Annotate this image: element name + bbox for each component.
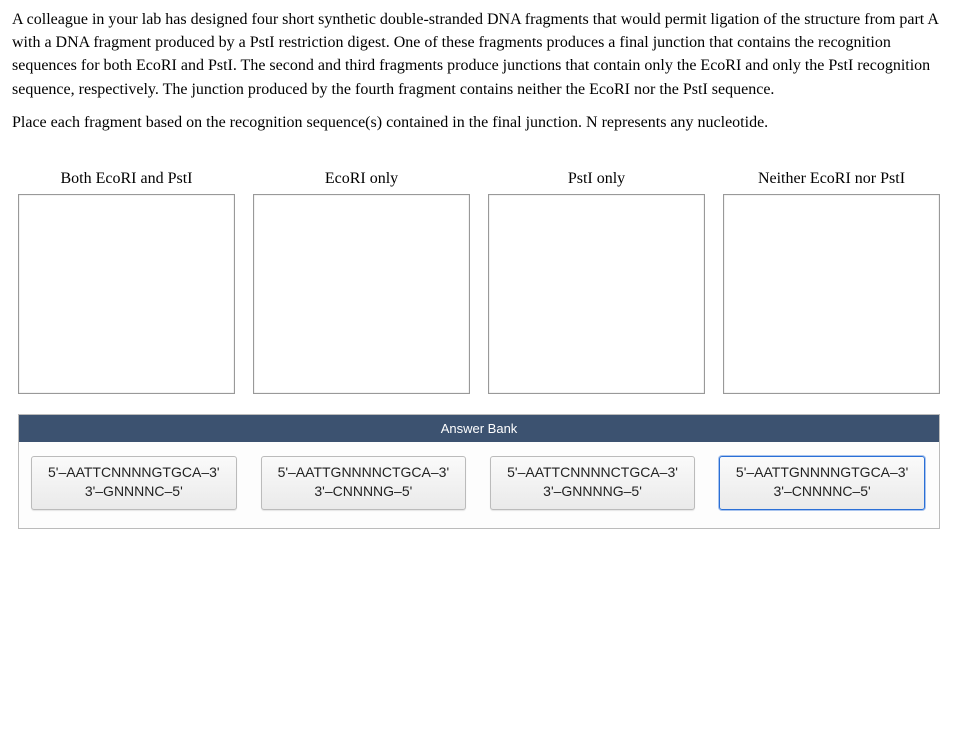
answer-bank-body: 5'–AATTCNNNNGTGCA–3' 3'–GNNNNC–5' 5'–AAT… bbox=[19, 442, 939, 528]
dropzone-label: EcoRI only bbox=[325, 170, 398, 188]
dropzone-label: PstI only bbox=[568, 170, 625, 188]
answer-bank-header: Answer Bank bbox=[19, 415, 939, 442]
fragment-top-strand: 5'–AATTCNNNNGTGCA–3' bbox=[48, 464, 220, 480]
dropzone-psti-only[interactable] bbox=[488, 194, 705, 394]
dropzone-col-neither: Neither EcoRI nor PstI bbox=[723, 170, 940, 394]
fragment-bottom-strand: 3'–GNNNNG–5' bbox=[507, 482, 678, 501]
question-text: A colleague in your lab has designed fou… bbox=[12, 8, 946, 134]
dropzone-neither[interactable] bbox=[723, 194, 940, 394]
dropzone-both-ecori-psti[interactable] bbox=[18, 194, 235, 394]
fragment-bottom-strand: 3'–GNNNNC–5' bbox=[48, 482, 220, 501]
fragment-3[interactable]: 5'–AATTCNNNNCTGCA–3' 3'–GNNNNG–5' bbox=[490, 456, 695, 510]
fragment-top-strand: 5'–AATTGNNNNGTGCA–3' bbox=[736, 464, 908, 480]
fragment-2[interactable]: 5'–AATTGNNNNCTGCA–3' 3'–CNNNNG–5' bbox=[261, 456, 467, 510]
fragment-bottom-strand: 3'–CNNNNG–5' bbox=[278, 482, 450, 501]
fragment-1[interactable]: 5'–AATTCNNNNGTGCA–3' 3'–GNNNNC–5' bbox=[31, 456, 237, 510]
answer-bank: Answer Bank 5'–AATTCNNNNGTGCA–3' 3'–GNNN… bbox=[18, 414, 940, 529]
fragment-top-strand: 5'–AATTGNNNNCTGCA–3' bbox=[278, 464, 450, 480]
fragment-top-strand: 5'–AATTCNNNNCTGCA–3' bbox=[507, 464, 678, 480]
dropzone-col-psti: PstI only bbox=[488, 170, 705, 394]
dropzone-col-ecori: EcoRI only bbox=[253, 170, 470, 394]
dropzone-col-both: Both EcoRI and PstI bbox=[18, 170, 235, 394]
question-para-1: A colleague in your lab has designed fou… bbox=[12, 8, 946, 101]
dropzone-label: Neither EcoRI nor PstI bbox=[758, 170, 905, 188]
dropzone-label: Both EcoRI and PstI bbox=[61, 170, 193, 188]
question-para-2: Place each fragment based on the recogni… bbox=[12, 111, 946, 134]
fragment-4[interactable]: 5'–AATTGNNNNGTGCA–3' 3'–CNNNNC–5' bbox=[719, 456, 925, 510]
dropzone-ecori-only[interactable] bbox=[253, 194, 470, 394]
fragment-bottom-strand: 3'–CNNNNC–5' bbox=[736, 482, 908, 501]
dropzone-row: Both EcoRI and PstI EcoRI only PstI only… bbox=[12, 170, 946, 394]
